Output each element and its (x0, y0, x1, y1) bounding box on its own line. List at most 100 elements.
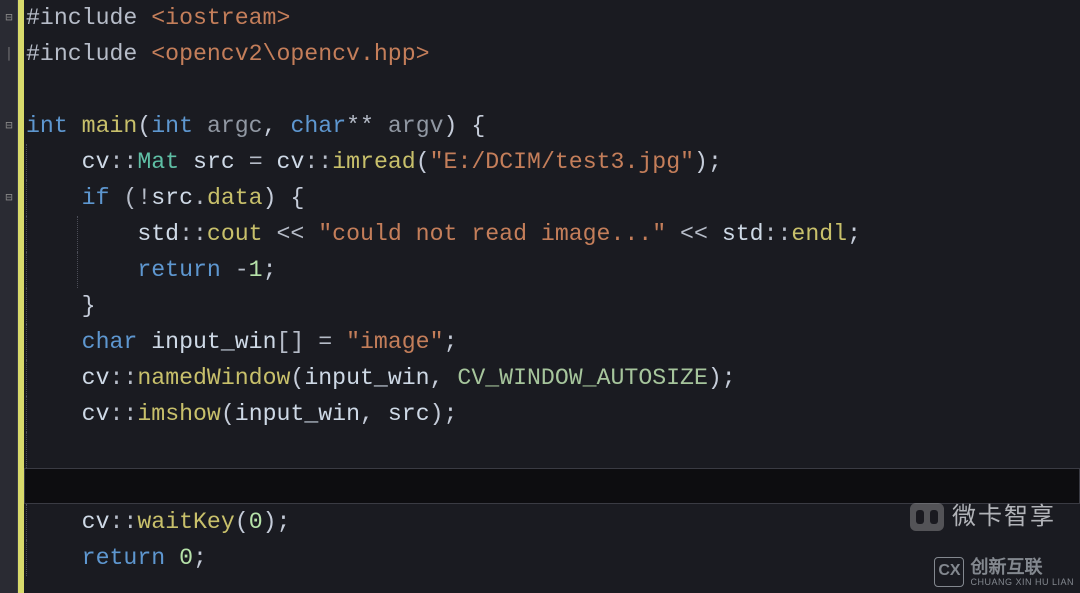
code-token: data (207, 185, 263, 211)
code-line[interactable]: } (24, 288, 1080, 324)
code-token: ; (847, 221, 861, 247)
code-token: char (82, 329, 138, 355)
code-token (68, 113, 82, 139)
cx-logo: CX (934, 557, 964, 587)
code-token: :: (764, 221, 792, 247)
code-token: return (137, 257, 221, 283)
code-token: cv (82, 149, 110, 175)
code-token: ; (193, 545, 207, 571)
code-token: char (290, 113, 346, 139)
code-token: ; (263, 257, 277, 283)
code-token: - (221, 257, 249, 283)
code-token: std (722, 221, 764, 247)
code-token: src (151, 185, 193, 211)
code-token: 1 (249, 257, 263, 283)
code-token (193, 113, 207, 139)
fold-toggle[interactable]: ⊟ (3, 120, 15, 132)
code-token: :: (179, 221, 207, 247)
code-token: #include (26, 41, 151, 67)
code-token: << (263, 221, 319, 247)
code-token: endl (791, 221, 847, 247)
code-line[interactable]: if (!src.data) { (24, 180, 1080, 216)
code-token (179, 149, 193, 175)
code-line[interactable] (24, 72, 1080, 108)
code-line[interactable]: cv::namedWindow(input_win, CV_WINDOW_AUT… (24, 360, 1080, 396)
code-token (137, 329, 151, 355)
code-token: ) { (444, 113, 486, 139)
code-token: cout (207, 221, 263, 247)
code-token: int (26, 113, 68, 139)
code-token: :: (110, 509, 138, 535)
code-token: Mat (137, 149, 179, 175)
code-line[interactable]: std::cout << "could not read image..." <… (24, 216, 1080, 252)
code-token: "image" (346, 329, 443, 355)
code-token: 0 (249, 509, 263, 535)
code-token: "could not read image..." (318, 221, 666, 247)
code-token: [] = (277, 329, 347, 355)
code-token: #include (26, 5, 151, 31)
code-token: input_win (304, 365, 429, 391)
fold-gutter[interactable]: ⊟ │ ⊟ ⊟ (0, 0, 18, 593)
code-line[interactable]: #include <opencv2\opencv.hpp> (24, 36, 1080, 72)
code-token: :: (110, 365, 138, 391)
code-token: argv (388, 113, 444, 139)
code-token: src (388, 401, 430, 427)
code-token: , (263, 113, 291, 139)
code-token (165, 545, 179, 571)
code-line[interactable]: return 0; (24, 540, 1080, 576)
code-token: ( (235, 509, 249, 535)
code-token: ( (221, 401, 235, 427)
code-token: :: (110, 401, 138, 427)
code-token: cv (277, 149, 305, 175)
code-line[interactable]: cv::Mat src = cv::imread("E:/DCIM/test3.… (24, 144, 1080, 180)
code-token: "E:/DCIM/test3.jpg" (430, 149, 694, 175)
code-token: ; (443, 329, 457, 355)
code-token: ); (263, 509, 291, 535)
code-token: ) { (263, 185, 305, 211)
code-token: , (430, 365, 458, 391)
code-token: (! (110, 185, 152, 211)
code-token: . (193, 185, 207, 211)
code-line[interactable] (24, 432, 1080, 468)
code-token: int (151, 113, 193, 139)
code-token: <opencv2\opencv.hpp> (151, 41, 429, 67)
code-token: ( (290, 365, 304, 391)
code-token: main (82, 113, 138, 139)
fold-toggle[interactable]: ⊟ (3, 12, 15, 24)
code-token: <iostream> (151, 5, 290, 31)
fold-toggle[interactable]: │ (3, 48, 15, 60)
code-token: ); (430, 401, 458, 427)
code-line[interactable]: cv::imshow(input_win, src); (24, 396, 1080, 432)
code-token: cv (82, 401, 110, 427)
fold-toggle[interactable]: ⊟ (3, 192, 15, 204)
wechat-icon (910, 503, 944, 531)
code-token: waitKey (137, 509, 234, 535)
wechat-watermark-text: 微卡智享 (952, 499, 1056, 535)
code-line[interactable]: int main(int argc, char** argv) { (24, 108, 1080, 144)
code-token: imread (332, 149, 416, 175)
code-token: cv (82, 509, 110, 535)
code-token: if (82, 185, 110, 211)
cx-watermark: CX 创新互联 CHUANG XIN HU LIAN (934, 557, 1074, 587)
code-line[interactable]: return -1; (24, 252, 1080, 288)
code-line[interactable]: #include <iostream> (24, 0, 1080, 36)
code-token: imshow (137, 401, 221, 427)
code-token: CV_WINDOW_AUTOSIZE (457, 365, 707, 391)
code-token: src (193, 149, 235, 175)
code-token: ** (346, 113, 388, 139)
wechat-watermark: 微卡智享 (910, 499, 1056, 535)
code-token: input_win (151, 329, 276, 355)
code-token: 0 (179, 545, 193, 571)
code-token: std (137, 221, 179, 247)
cx-watermark-main: 创新互联 (970, 558, 1074, 576)
code-token: :: (304, 149, 332, 175)
code-line[interactable]: char input_win[] = "image"; (24, 324, 1080, 360)
code-token: argc (207, 113, 263, 139)
code-token: ); (694, 149, 722, 175)
cx-watermark-sub: CHUANG XIN HU LIAN (970, 578, 1074, 587)
code-token: ( (137, 113, 151, 139)
code-token: ); (708, 365, 736, 391)
code-token: = (235, 149, 277, 175)
code-token: :: (110, 149, 138, 175)
code-token: ( (416, 149, 430, 175)
